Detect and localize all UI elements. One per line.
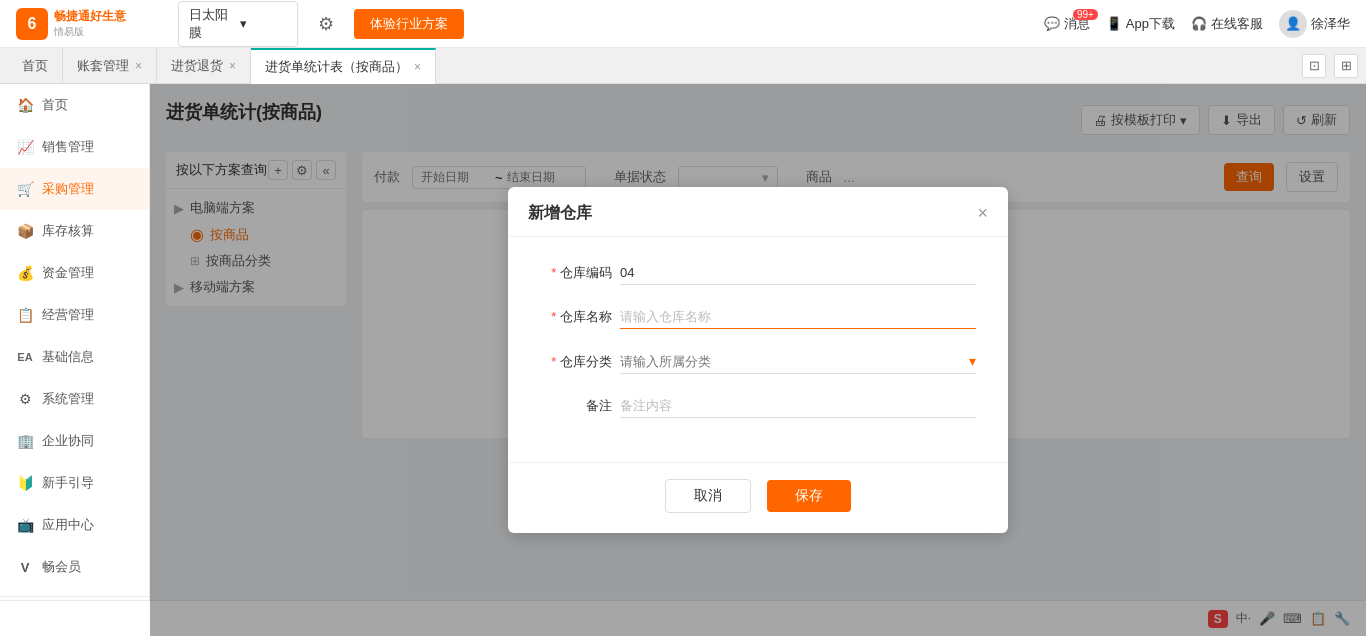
logo-text: 畅捷通好生意 情易版 — [54, 8, 126, 39]
warehouse-name-row: * 仓库名称 — [540, 305, 976, 329]
category-label: * 仓库分类 — [540, 353, 620, 371]
store-selector[interactable]: 日太阳膜 ▾ — [178, 1, 298, 47]
sidebar-item-finance[interactable]: 💰 资金管理 — [0, 252, 149, 294]
purchase-icon: 🛒 — [16, 180, 34, 198]
modal-close-button[interactable]: × — [977, 203, 988, 224]
warehouse-code-input[interactable] — [620, 261, 976, 285]
sidebar-item-guide[interactable]: 🔰 新手引导 — [0, 462, 149, 504]
sidebar: 🏠 首页 📈 销售管理 🛒 采购管理 📦 库存核算 💰 资金管理 📋 经营管理 … — [0, 84, 150, 636]
warehouse-code-row: * 仓库编码 — [540, 261, 976, 285]
main-layout: 🏠 首页 📈 销售管理 🛒 采购管理 📦 库存核算 💰 资金管理 📋 经营管理 … — [0, 84, 1366, 636]
message-button[interactable]: 💬 消息 99+ — [1044, 15, 1090, 33]
content-area: 进货单统计(按商品) 🖨 按模板打印 ▾ ⬇ 导出 ↺ 刷新 — [150, 84, 1366, 636]
warehouse-note-input[interactable] — [620, 394, 976, 418]
sidebar-item-basic-info[interactable]: EA 基础信息 — [0, 336, 149, 378]
sidebar-item-sales[interactable]: 📈 销售管理 — [0, 126, 149, 168]
enterprise-icon: 🏢 — [16, 432, 34, 450]
settings-button[interactable]: ⚙ — [310, 8, 342, 40]
note-label: 备注 — [540, 397, 620, 415]
message-icon: 💬 — [1044, 16, 1060, 31]
tab-home[interactable]: 首页 — [8, 48, 63, 84]
cancel-button[interactable]: 取消 — [665, 479, 751, 513]
warehouse-name-input[interactable] — [620, 305, 976, 329]
close-tab-accounts[interactable]: × — [135, 59, 142, 73]
try-industry-button[interactable]: 体验行业方案 — [354, 9, 464, 39]
tab-purchase-return[interactable]: 进货退货 × — [157, 48, 251, 84]
sales-icon: 📈 — [16, 138, 34, 156]
sidebar-item-app-center[interactable]: 📺 应用中心 — [0, 504, 149, 546]
guide-icon: 🔰 — [16, 474, 34, 492]
close-tab-purchase-stats[interactable]: × — [414, 60, 421, 74]
close-tab-purchase-return[interactable]: × — [229, 59, 236, 73]
app-logo-icon: 6 — [16, 8, 48, 40]
sidebar-item-inventory[interactable]: 📦 库存核算 — [0, 210, 149, 252]
chevron-down-icon: ▾ — [240, 16, 287, 31]
avatar: 👤 — [1279, 10, 1307, 38]
sidebar-item-operations[interactable]: 📋 经营管理 — [0, 294, 149, 336]
modal-footer: 取消 保存 — [508, 462, 1008, 533]
basic-info-icon: EA — [16, 348, 34, 366]
tab-purchase-stats[interactable]: 进货单统计表（按商品） × — [251, 48, 436, 84]
modal-body: * 仓库编码 * 仓库名称 — [508, 237, 1008, 462]
sidebar-item-enterprise[interactable]: 🏢 企业协同 — [0, 420, 149, 462]
sidebar-item-purchase[interactable]: 🛒 采购管理 — [0, 168, 149, 210]
tab-accounts[interactable]: 账套管理 × — [63, 48, 157, 84]
member-icon: V — [16, 558, 34, 576]
sidebar-item-home[interactable]: 🏠 首页 — [0, 84, 149, 126]
category-select[interactable]: ▾ — [620, 349, 976, 374]
app-download-button[interactable]: 📱 App下载 — [1106, 15, 1175, 33]
finance-icon: 💰 — [16, 264, 34, 282]
mobile-icon: 📱 — [1106, 16, 1122, 31]
warehouse-category-row: * 仓库分类 ▾ — [540, 349, 976, 374]
modal-overlay: 新增仓库 × * 仓库编码 * — [150, 84, 1366, 636]
system-icon: ⚙ — [16, 390, 34, 408]
tab-expand-button[interactable]: ⊞ — [1334, 54, 1358, 78]
online-service-button[interactable]: 🎧 在线客服 — [1191, 15, 1263, 33]
home-icon: 🏠 — [16, 96, 34, 114]
new-warehouse-modal: 新增仓库 × * 仓库编码 * — [508, 187, 1008, 533]
category-chevron-icon: ▾ — [969, 353, 976, 369]
modal-title: 新增仓库 — [528, 203, 592, 224]
user-profile-button[interactable]: 👤 徐泽华 — [1279, 10, 1350, 38]
category-input[interactable] — [620, 354, 969, 369]
operations-icon: 📋 — [16, 306, 34, 324]
code-label: * 仓库编码 — [540, 264, 620, 282]
sidebar-item-system[interactable]: ⚙ 系统管理 — [0, 378, 149, 420]
inventory-icon: 📦 — [16, 222, 34, 240]
logo-area: 6 畅捷通好生意 情易版 — [16, 8, 166, 40]
sidebar-item-member[interactable]: V 畅会员 — [0, 546, 149, 588]
tab-bar: 首页 账套管理 × 进货退货 × 进货单统计表（按商品） × ⊡ ⊞ — [0, 48, 1366, 84]
headset-icon: 🎧 — [1191, 16, 1207, 31]
top-header: 6 畅捷通好生意 情易版 日太阳膜 ▾ ⚙ 体验行业方案 💬 消息 99+ 📱 … — [0, 0, 1366, 48]
save-button[interactable]: 保存 — [767, 480, 851, 512]
header-right: 💬 消息 99+ 📱 App下载 🎧 在线客服 👤 徐泽华 — [1044, 10, 1350, 38]
name-label: * 仓库名称 — [540, 308, 620, 326]
tab-restore-button[interactable]: ⊡ — [1302, 54, 1326, 78]
tab-controls: ⊡ ⊞ — [1302, 54, 1358, 78]
modal-header: 新增仓库 × — [508, 187, 1008, 237]
warehouse-note-row: 备注 — [540, 394, 976, 418]
app-center-icon: 📺 — [16, 516, 34, 534]
